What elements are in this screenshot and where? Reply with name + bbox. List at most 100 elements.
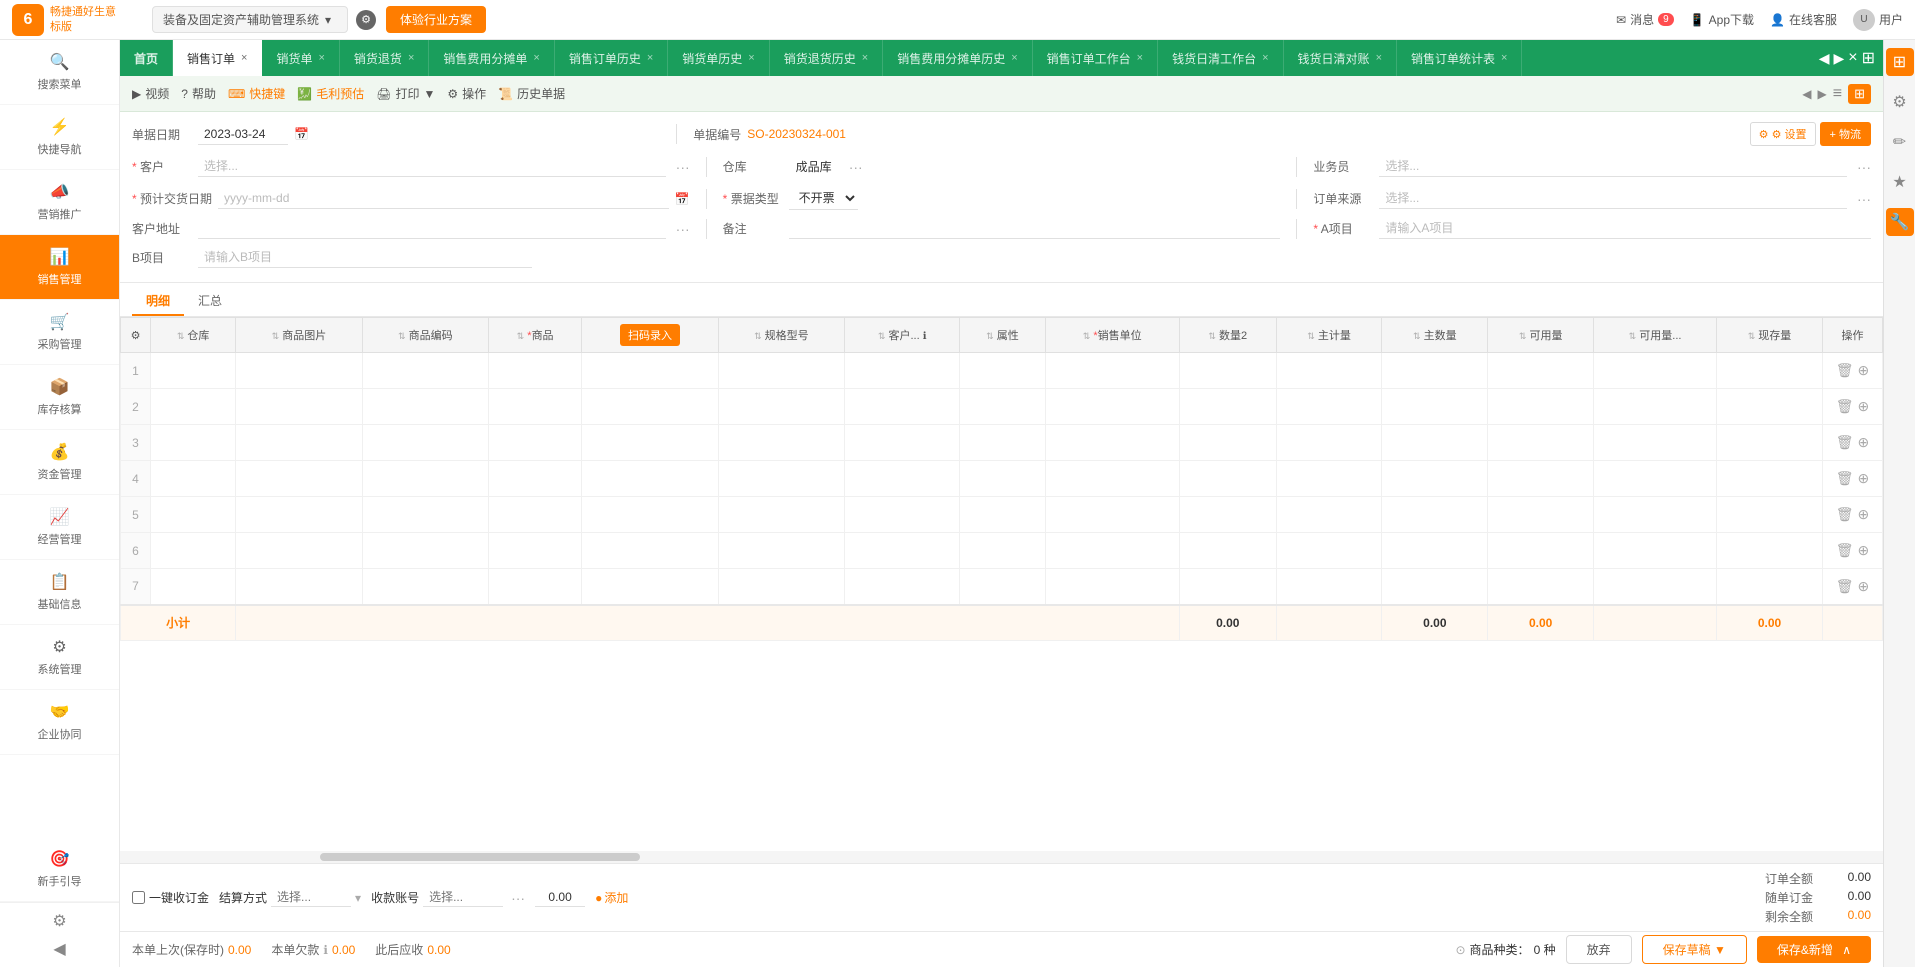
cell-avail-5[interactable] [1488, 497, 1594, 533]
cell-spec-4[interactable] [718, 461, 844, 497]
tab-close-sales-return[interactable]: × [408, 52, 414, 64]
cell-qty2-3[interactable] [1179, 425, 1276, 461]
copy-row-icon-1[interactable]: ⊕ [1858, 362, 1870, 379]
cell-avail2-3[interactable] [1594, 425, 1717, 461]
cell-code-7[interactable] [362, 569, 488, 605]
current-owe-info-icon[interactable]: ℹ [323, 943, 328, 957]
toolbar-view[interactable]: ▶ 视频 [132, 85, 169, 102]
account-more-icon[interactable]: ··· [511, 890, 525, 906]
cell-mainqty-4[interactable] [1382, 461, 1488, 497]
order-source-more-icon[interactable]: ··· [1857, 191, 1871, 207]
tab-sales-expense-history[interactable]: 销售费用分摊单历史 × [883, 40, 1032, 76]
settings-button[interactable]: ⚙ ⚙ 设置 [1750, 122, 1816, 146]
cell-custref-4[interactable] [845, 461, 960, 497]
cell-stock-5[interactable] [1717, 497, 1823, 533]
tab-close-sales-expense[interactable]: × [533, 52, 539, 64]
cell-spec-6[interactable] [718, 533, 844, 569]
settings-icon[interactable]: ⚙ [356, 10, 376, 30]
copy-row-icon-5[interactable]: ⊕ [1858, 506, 1870, 523]
cell-unit-7[interactable] [1045, 569, 1179, 605]
cell-stock-4[interactable] [1717, 461, 1823, 497]
cell-avail-1[interactable] [1488, 353, 1594, 389]
cell-avail2-2[interactable] [1594, 389, 1717, 425]
tab-sales-expense[interactable]: 销售费用分摊单 × [429, 40, 554, 76]
cell-custref-6[interactable] [845, 533, 960, 569]
cell-mainunit-6[interactable] [1276, 533, 1382, 569]
cell-spec-7[interactable] [718, 569, 844, 605]
cell-product-6[interactable] [489, 533, 582, 569]
cell-avail2-1[interactable] [1594, 353, 1717, 389]
sidebar-item-operations[interactable]: 📈 经营管理 [0, 495, 119, 560]
cell-unit-1[interactable] [1045, 353, 1179, 389]
cell-warehouse-7[interactable] [151, 569, 236, 605]
right-panel-grid-icon[interactable]: ⊞ [1886, 48, 1914, 76]
tab-detail[interactable]: 明细 [132, 287, 184, 316]
cell-image-4[interactable] [236, 461, 362, 497]
toolbar-expand-view[interactable]: ⊞ [1848, 84, 1871, 104]
cell-attr-1[interactable] [960, 353, 1045, 389]
sidebar-item-quick-nav[interactable]: ⚡ 快捷导航 [0, 105, 119, 170]
nav-close-all[interactable]: × [1848, 49, 1857, 67]
cell-image-3[interactable] [236, 425, 362, 461]
sidebar-item-purchase[interactable]: 🛒 采购管理 [0, 300, 119, 365]
cell-stock-1[interactable] [1717, 353, 1823, 389]
nav-next-arrow[interactable]: ▶ [1833, 50, 1844, 67]
right-panel-settings-icon[interactable]: ⚙ [1886, 88, 1914, 116]
cell-avail-2[interactable] [1488, 389, 1594, 425]
a-project-input[interactable] [1379, 218, 1871, 239]
one-click-checkbox-label[interactable]: 一键收订金 [132, 889, 209, 906]
customer-address-input[interactable] [198, 218, 666, 239]
delete-row-icon-7[interactable]: 🗑 [1836, 578, 1854, 595]
cell-mainqty-2[interactable] [1382, 389, 1488, 425]
cell-qty2-7[interactable] [1179, 569, 1276, 605]
staff-more-icon[interactable]: ··· [1857, 159, 1871, 175]
one-click-checkbox[interactable] [132, 891, 145, 904]
cell-mainunit-1[interactable] [1276, 353, 1382, 389]
cell-spec-3[interactable] [718, 425, 844, 461]
toolbar-shortcut[interactable]: ⌨ 快捷键 [228, 85, 285, 102]
cell-spec-5[interactable] [718, 497, 844, 533]
delivery-date-input[interactable] [218, 188, 669, 209]
order-source-input[interactable] [1379, 188, 1847, 209]
cell-product-3[interactable] [489, 425, 582, 461]
online-service-item[interactable]: 👤 在线客服 [1770, 11, 1837, 28]
cell-custref-1[interactable] [845, 353, 960, 389]
tab-close-sales-bill-history[interactable]: × [748, 52, 754, 64]
col-scan[interactable]: 扫码录入 [582, 318, 718, 353]
tab-close-sales-return-history[interactable]: × [862, 52, 868, 64]
cell-product-4[interactable] [489, 461, 582, 497]
cell-image-7[interactable] [236, 569, 362, 605]
toolbar-nav-prev[interactable]: ◀ [1802, 87, 1811, 101]
delete-row-icon-2[interactable]: 🗑 [1836, 398, 1854, 415]
save-draft-button[interactable]: 保存草稿 ▼ [1642, 935, 1747, 964]
tab-sales-return[interactable]: 销货退货 × [340, 40, 429, 76]
delete-row-icon-1[interactable]: 🗑 [1836, 362, 1854, 379]
cell-mainunit-5[interactable] [1276, 497, 1382, 533]
tab-cash-goods-workbench[interactable]: 钱货日清工作台 × [1158, 40, 1283, 76]
tab-close-sales-bill[interactable]: × [318, 52, 324, 64]
cell-unit-6[interactable] [1045, 533, 1179, 569]
cell-code-5[interactable] [362, 497, 488, 533]
cell-custref-2[interactable] [845, 389, 960, 425]
cell-mainqty-7[interactable] [1382, 569, 1488, 605]
invoice-type-select[interactable]: 不开票 [789, 187, 858, 210]
cell-unit-2[interactable] [1045, 389, 1179, 425]
copy-row-icon-3[interactable]: ⊕ [1858, 434, 1870, 451]
cell-qty2-6[interactable] [1179, 533, 1276, 569]
tab-cash-goods-reconcile[interactable]: 钱货日清对账 × [1284, 40, 1397, 76]
account-input[interactable] [423, 888, 503, 907]
cell-product-1[interactable] [489, 353, 582, 389]
tab-home[interactable]: 首页 [120, 40, 173, 76]
cell-image-2[interactable] [236, 389, 362, 425]
cell-avail2-4[interactable] [1594, 461, 1717, 497]
sidebar-item-enterprise[interactable]: 🤝 企业协同 [0, 690, 119, 755]
cell-attr-3[interactable] [960, 425, 1045, 461]
delete-row-icon-3[interactable]: 🗑 [1836, 434, 1854, 451]
scan-input-button[interactable]: 扫码录入 [620, 324, 680, 346]
horizontal-scrollbar[interactable] [320, 853, 640, 861]
tab-sales-bill[interactable]: 销货单 × [262, 40, 339, 76]
cell-unit-3[interactable] [1045, 425, 1179, 461]
tab-close-order-workbench[interactable]: × [1137, 52, 1143, 64]
cell-attr-5[interactable] [960, 497, 1045, 533]
cell-qty2-4[interactable] [1179, 461, 1276, 497]
